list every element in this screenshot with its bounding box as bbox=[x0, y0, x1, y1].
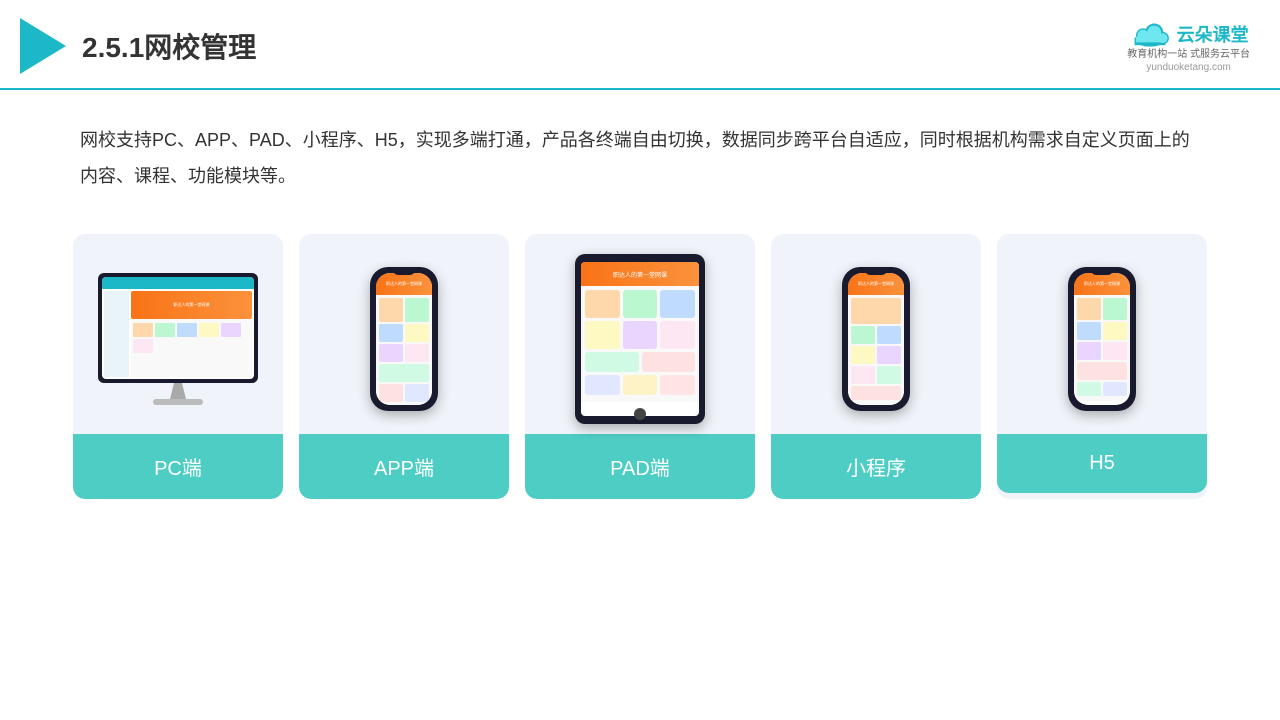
description: 网校支持PC、APP、PAD、小程序、H5，实现多端打通，产品各终端自由切换，数… bbox=[0, 90, 1280, 214]
logo-triangle-icon bbox=[20, 18, 66, 74]
description-text: 网校支持PC、APP、PAD、小程序、H5，实现多端打通，产品各终端自由切换，数… bbox=[80, 122, 1200, 194]
header-right: 云朵课堂 教育机构一站 式服务云平台 yunduoketang.com bbox=[1127, 20, 1250, 73]
card-pc: 职达人的第一堂网课 bbox=[73, 234, 283, 499]
cloud-icon bbox=[1129, 20, 1171, 48]
header-left: 2.5.1网校管理 bbox=[20, 18, 256, 74]
card-miniapp-label: 小程序 bbox=[771, 434, 981, 499]
card-miniapp: 职达人的第一堂网课 bbox=[771, 234, 981, 499]
phone-miniapp-icon: 职达人的第一堂网课 bbox=[842, 267, 910, 411]
brand-logo: 云朵课堂 bbox=[1129, 20, 1249, 48]
pad-image-area: 职达人的第一堂网课 bbox=[525, 234, 755, 434]
page-title: 2.5.1网校管理 bbox=[82, 26, 256, 66]
miniapp-image-area: 职达人的第一堂网课 bbox=[771, 234, 981, 434]
card-app-label: APP端 bbox=[299, 434, 509, 499]
pc-monitor-icon: 职达人的第一堂网课 bbox=[98, 273, 258, 405]
phone-app-icon: 职达人的第一堂网课 bbox=[370, 267, 438, 411]
h5-image-area: 职达人的第一堂网课 bbox=[997, 234, 1207, 434]
card-pad-label: PAD端 bbox=[525, 434, 755, 499]
phone-h5-icon: 职达人的第一堂网课 bbox=[1068, 267, 1136, 411]
card-pad: 职达人的第一堂网课 bbox=[525, 234, 755, 499]
tablet-pad-icon: 职达人的第一堂网课 bbox=[575, 254, 705, 424]
app-image-area: 职达人的第一堂网课 bbox=[299, 234, 509, 434]
card-pc-label: PC端 bbox=[73, 434, 283, 499]
brand-tagline: 教育机构一站 式服务云平台 bbox=[1127, 48, 1250, 62]
card-h5-label: H5 bbox=[997, 434, 1207, 493]
pc-image-area: 职达人的第一堂网课 bbox=[73, 234, 283, 434]
brand-url: yunduoketang.com bbox=[1146, 62, 1231, 73]
cards-container: 职达人的第一堂网课 bbox=[0, 214, 1280, 499]
brand-name: 云朵课堂 bbox=[1177, 21, 1249, 47]
card-h5: 职达人的第一堂网课 bbox=[997, 234, 1207, 499]
card-app: 职达人的第一堂网课 bbox=[299, 234, 509, 499]
header: 2.5.1网校管理 云朵课堂 教育机构一站 式服务云平台 yunduoketan… bbox=[0, 0, 1280, 90]
